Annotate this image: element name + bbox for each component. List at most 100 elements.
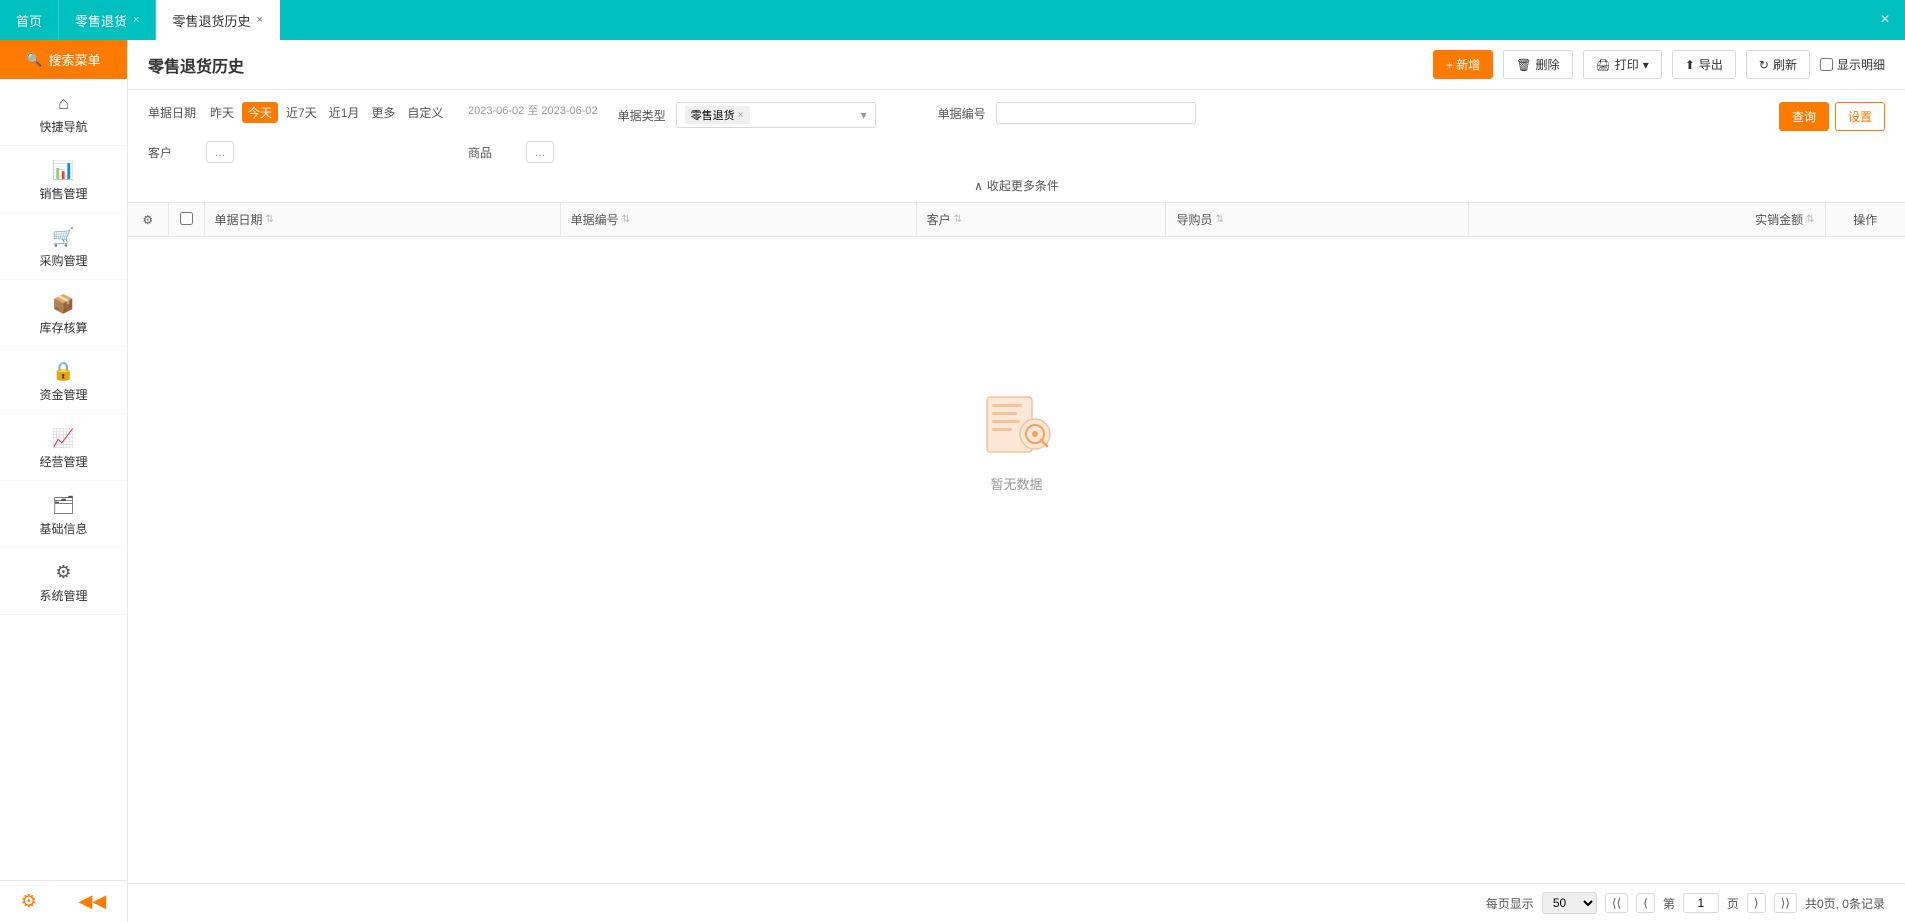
th-customer[interactable]: 客户⇅ xyxy=(916,203,1166,237)
customer-label: 客户 xyxy=(148,144,198,161)
last-page-btn[interactable]: ⟩⟩ xyxy=(1774,893,1797,913)
page-header: 零售退货历史 + 新增 🗑 删除 🖨 打印 ▾ ⬆ 导出 ↻ xyxy=(128,40,1905,90)
filter-row-1: 单据日期 昨天 今天 近7天 近1月 更多 自定义 2023-06-02 至 2… xyxy=(148,102,1885,131)
tab-close-retail-return[interactable]: × xyxy=(133,14,139,26)
settings-button[interactable]: 设置 xyxy=(1835,102,1885,131)
date-custom[interactable]: 自定义 xyxy=(403,102,447,123)
sidebar-item-system[interactable]: ⚙系统管理 xyxy=(0,548,127,615)
sidebar-search-label: 搜索菜单 xyxy=(49,50,101,69)
delete-button[interactable]: 🗑 删除 xyxy=(1503,50,1572,79)
sort-customer-icon: ⇅ xyxy=(954,214,962,225)
tab-home[interactable]: 首页 xyxy=(0,0,59,40)
refresh-button[interactable]: ↻ 刷新 xyxy=(1746,50,1810,79)
tab-close-retail-return-history[interactable]: × xyxy=(256,14,262,26)
sidebar-item-finance[interactable]: 🔒 资金管理 xyxy=(0,347,127,414)
doc-type-tag: 零售退货 × xyxy=(685,106,750,124)
print-icon: 🖨 xyxy=(1596,58,1611,72)
sidebar-label-finance: 资金管理 xyxy=(39,386,87,403)
sidebar-label-inventory: 库存核算 xyxy=(39,319,87,336)
customer-select-btn[interactable]: ... xyxy=(206,141,234,163)
doc-type-tag-close[interactable]: × xyxy=(738,110,744,121)
page-label: 第 xyxy=(1663,895,1675,912)
delete-icon: 🗑 xyxy=(1516,58,1531,72)
sidebar-item-quick-nav[interactable]: ⌂快捷导航 xyxy=(0,79,127,146)
tab-retail-return-history[interactable]: 零售退货历史 × xyxy=(156,0,279,40)
sort-doc-date-icon: ⇅ xyxy=(266,214,274,225)
date-7days[interactable]: 近7天 xyxy=(282,102,321,123)
empty-illustration xyxy=(977,382,1057,462)
date-yesterday[interactable]: 昨天 xyxy=(206,102,238,123)
goods-label: 商品 xyxy=(468,144,518,161)
doc-no-label: 单据编号 xyxy=(938,105,988,122)
select-all-checkbox[interactable] xyxy=(180,212,193,225)
collapse-btn[interactable]: ∧ 收起更多条件 xyxy=(974,177,1059,194)
sidebar-item-purchase[interactable]: 🛒采购管理 xyxy=(0,213,127,280)
date-range-text: 2023-06-02 至 2023-06-02 xyxy=(468,102,598,118)
page-title: 零售退货历史 xyxy=(148,53,244,77)
sort-doc-no-icon: ⇅ xyxy=(622,214,630,225)
next-page-btn[interactable]: ⟩ xyxy=(1747,893,1766,913)
settings-bottom-icon[interactable]: ⚙ xyxy=(21,891,37,912)
sidebar-label-sales: 销售管理 xyxy=(39,185,87,202)
search-icon: 🔍 xyxy=(26,52,42,68)
date-more[interactable]: 更多 xyxy=(367,102,399,123)
show-detail-checkbox[interactable] xyxy=(1820,58,1833,71)
doc-no-filter: 单据编号 xyxy=(938,102,1238,124)
collapse-row: ∧ 收起更多条件 xyxy=(148,173,1885,202)
main-layout: 🔍 搜索菜单 ⌂快捷导航📊销售管理🛒采购管理 📦 库存核算 🔒 资金管理 📈 经营管理 🗂基础… xyxy=(0,40,1905,922)
th-doc-no[interactable]: 单据编号⇅ xyxy=(560,203,916,237)
th-doc-date[interactable]: 单据日期⇅ xyxy=(204,203,560,237)
doc-type-label: 单据类型 xyxy=(618,107,668,124)
audio-bottom-icon[interactable]: ◀◀ xyxy=(79,891,107,912)
operations-icon: 📈 xyxy=(52,428,74,449)
th-settings[interactable]: ⚙ xyxy=(128,203,168,237)
add-button[interactable]: + 新增 xyxy=(1433,50,1493,79)
finance-icon: 🔒 xyxy=(52,361,74,382)
prev-page-btn[interactable]: ⟨ xyxy=(1636,893,1655,913)
filter-area: 单据日期 昨天 今天 近7天 近1月 更多 自定义 2023-06-02 至 2… xyxy=(128,90,1905,203)
date-1month[interactable]: 近1月 xyxy=(325,102,364,123)
th-checkbox[interactable] xyxy=(168,203,204,237)
sidebar-label-operations: 经营管理 xyxy=(39,453,87,470)
empty-text: 暂无数据 xyxy=(990,474,1042,493)
header-actions: + 新增 🗑 删除 🖨 打印 ▾ ⬆ 导出 ↻ 刷新 xyxy=(1433,50,1885,79)
data-table: ⚙ 单据日期⇅ 单据编号⇅ 客户⇅ 导购员⇅ 实销金额⇅ 操作 xyxy=(128,203,1905,637)
print-button[interactable]: 🖨 打印 ▾ xyxy=(1583,50,1662,79)
inventory-icon: 📦 xyxy=(52,294,74,315)
empty-state: 暂无数据 xyxy=(128,237,1905,637)
export-button[interactable]: ⬆ 导出 xyxy=(1672,50,1736,79)
tab-list: 首页零售退货 ×零售退货历史 × xyxy=(0,0,1865,40)
per-page-label: 每页显示 xyxy=(1486,895,1534,912)
goods-select-btn[interactable]: ... xyxy=(526,141,554,163)
date-today[interactable]: 今天 xyxy=(242,102,278,123)
export-icon: ⬆ xyxy=(1685,58,1695,72)
basic-info-icon: 🗂 xyxy=(52,495,75,516)
sidebar-label-quick-nav: 快捷导航 xyxy=(39,118,87,135)
collapse-icon: ∧ xyxy=(974,179,983,193)
refresh-icon: ↻ xyxy=(1759,58,1769,72)
content-area: 零售退货历史 + 新增 🗑 删除 🖨 打印 ▾ ⬆ 导出 ↻ xyxy=(128,40,1905,922)
pagination-bar: 每页显示 50 10 20 100 ⟨⟨ ⟨ 第 1 页 ⟩ ⟩⟩ 共0页, 0… xyxy=(128,883,1905,922)
sidebar-item-operations[interactable]: 📈 经营管理 xyxy=(0,414,127,481)
sidebar: 🔍 搜索菜单 ⌂快捷导航📊销售管理🛒采购管理 📦 库存核算 🔒 资金管理 📈 经营管理 🗂基础… xyxy=(0,40,128,922)
top-bar: 首页零售退货 ×零售退货历史 × × xyxy=(0,0,1905,40)
sidebar-item-basic-info[interactable]: 🗂基础信息 xyxy=(0,481,127,548)
sidebar-item-inventory[interactable]: 📦 库存核算 xyxy=(0,280,127,347)
th-guide[interactable]: 导购员⇅ xyxy=(1166,203,1469,237)
first-page-btn[interactable]: ⟨⟨ xyxy=(1605,893,1628,913)
page-number-input[interactable]: 1 xyxy=(1683,893,1719,913)
doc-type-select[interactable]: 零售退货 × ▾ xyxy=(676,102,876,128)
query-button[interactable]: 查询 xyxy=(1779,102,1829,131)
sidebar-label-purchase: 采购管理 xyxy=(39,252,87,269)
date-options: 昨天 今天 近7天 近1月 更多 自定义 xyxy=(206,102,448,123)
window-close-btn[interactable]: × xyxy=(1865,0,1905,40)
doc-no-input[interactable] xyxy=(996,102,1196,124)
sidebar-item-sales[interactable]: 📊销售管理 xyxy=(0,146,127,213)
goods-filter: 商品 ... xyxy=(468,141,768,163)
sidebar-search[interactable]: 🔍 搜索菜单 xyxy=(0,40,127,79)
show-detail-toggle[interactable]: 显示明细 xyxy=(1820,56,1885,73)
tab-retail-return[interactable]: 零售退货 × xyxy=(59,0,156,40)
per-page-select[interactable]: 50 10 20 100 xyxy=(1542,892,1597,914)
sort-guide-icon: ⇅ xyxy=(1215,214,1223,225)
doc-type-arrow: ▾ xyxy=(861,108,867,122)
